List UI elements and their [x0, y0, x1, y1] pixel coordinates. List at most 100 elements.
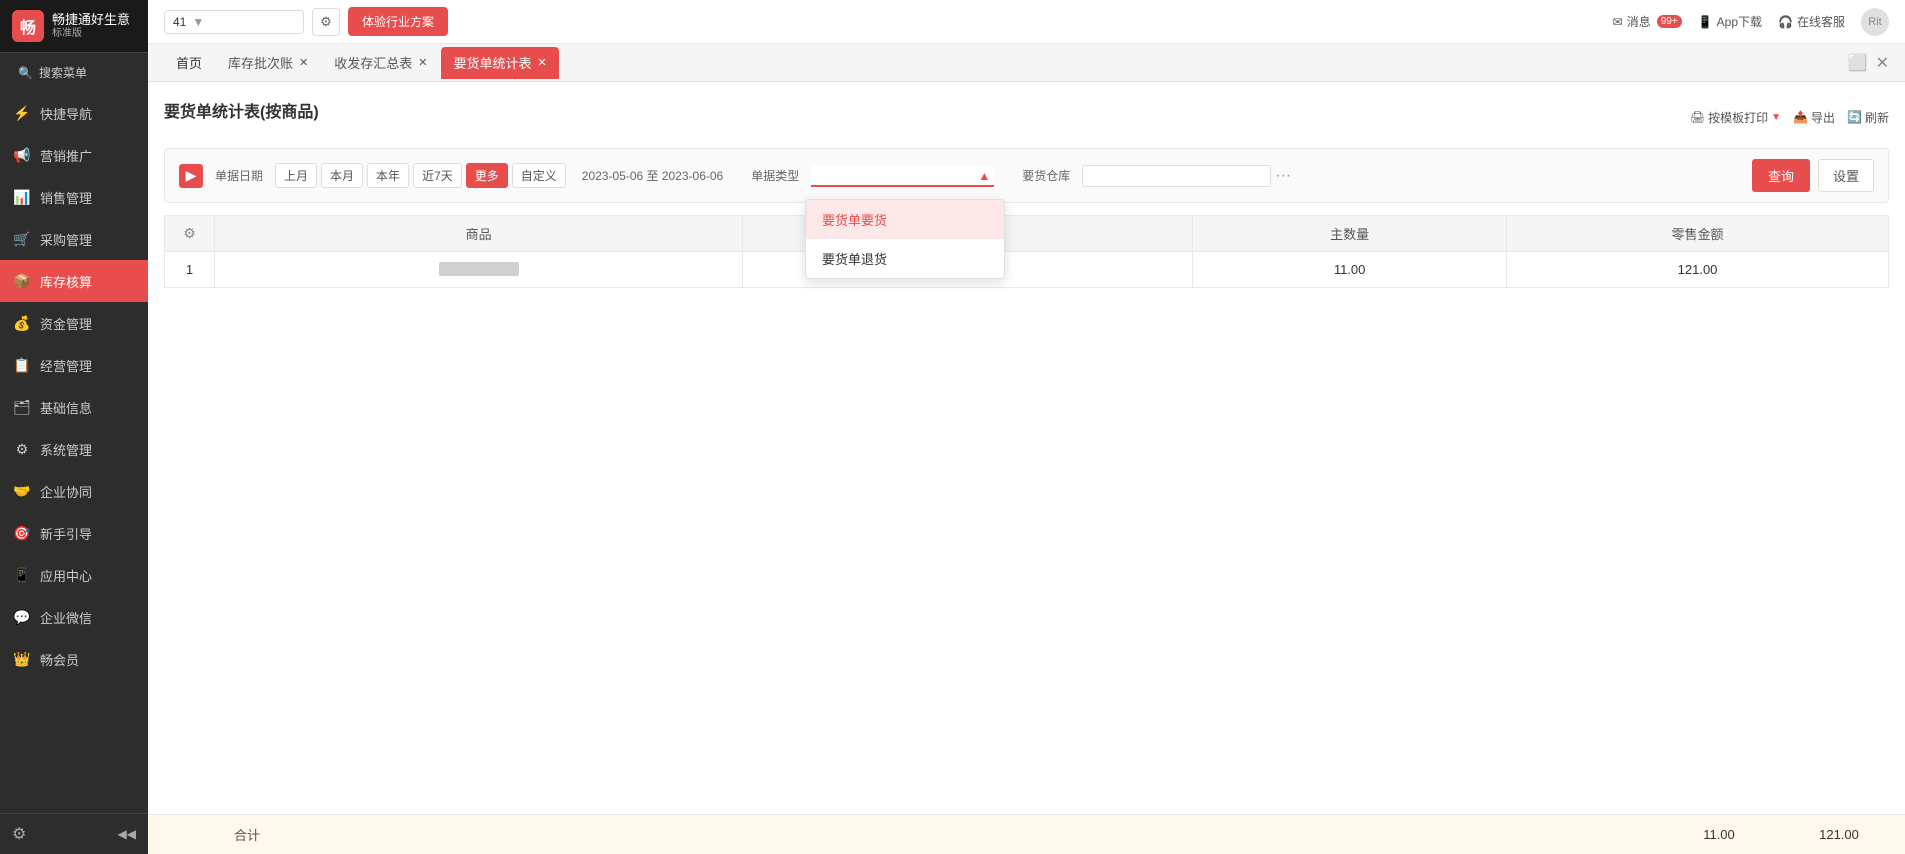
sidebar-item-operations[interactable]: 📋 经营管理 [0, 344, 148, 386]
cart-icon: 🛒 [12, 229, 32, 249]
sidebar-item-guide[interactable]: 🎯 新手引导 [0, 512, 148, 554]
message-icon: ✉ [1613, 15, 1623, 29]
warehouse-input[interactable] [1082, 165, 1271, 187]
table-row: 1 块 11.00 121.00 [165, 252, 1889, 288]
refresh-icon: 🔄 [1847, 110, 1862, 124]
date-btn-this-month[interactable]: 本月 [321, 163, 363, 188]
company-selector[interactable]: 41 ▼ [164, 10, 304, 34]
sidebar-item-sales[interactable]: 📊 销售管理 [0, 176, 148, 218]
tab-inventory-batch[interactable]: 库存批次账 ✕ [216, 47, 320, 79]
export-icon: 📤 [1793, 110, 1808, 124]
sidebar-item-corp-wechat[interactable]: 💬 企业微信 [0, 596, 148, 638]
sidebar-nav: ⚡ 快捷导航 📢 营销推广 📊 销售管理 🛒 采购管理 📦 库存核算 💰 资金管… [0, 92, 148, 813]
cell-amount: 121.00 [1507, 252, 1889, 288]
clipboard-icon: 📋 [12, 355, 32, 375]
sidebar-item-inventory[interactable]: 📦 库存核算 [0, 260, 148, 302]
footer-collapse-icon[interactable]: ◀◀ [118, 827, 136, 841]
messages-badge: 99+ [1657, 15, 1682, 28]
date-range-display: 2023-05-06 至 2023-06-06 [582, 167, 723, 184]
app-logo: 畅 [12, 10, 44, 42]
chart-icon: 📊 [12, 187, 32, 207]
page-title: 要货单统计表(按商品) [164, 98, 319, 122]
settings-icon: ⚙ [320, 14, 332, 30]
messages-btn[interactable]: ✉ 消息 99+ [1613, 13, 1682, 30]
sidebar-search[interactable]: 🔍 搜索菜单 [0, 53, 148, 92]
sidebar: 畅 畅捷通好生意 标准版 🔍 搜索菜单 ⚡ 快捷导航 📢 营销推广 📊 销售管理… [0, 0, 148, 854]
tab-close-order-stats[interactable]: ✕ [538, 56, 547, 69]
sidebar-item-base-info[interactable]: 🗂 基础信息 [0, 386, 148, 428]
tab-close-inventory-batch[interactable]: ✕ [299, 56, 308, 69]
col-settings-icon[interactable]: ⚙ [175, 225, 204, 242]
sidebar-item-collab[interactable]: 🤝 企业协同 [0, 470, 148, 512]
search-icon: 🔍 [18, 66, 33, 80]
app-download-btn[interactable]: 📱 App下载 [1698, 13, 1762, 30]
topbar-settings-btn[interactable]: ⚙ [312, 8, 340, 36]
query-btn[interactable]: 查询 [1752, 159, 1810, 192]
target-icon: 🎯 [12, 523, 32, 543]
sidebar-item-sys-mgmt[interactable]: ⚙ 系统管理 [0, 428, 148, 470]
sidebar-item-finance[interactable]: 💰 资金管理 [0, 302, 148, 344]
refresh-btn[interactable]: 🔄 刷新 [1847, 109, 1889, 126]
main-area: 41 ▼ ⚙ 体验行业方案 ✉ 消息 99+ 📱 App下载 🎧 在线客服 [148, 0, 1905, 854]
date-btn-this-year[interactable]: 本年 [367, 163, 409, 188]
filter-action-btns: 查询 设置 [1752, 159, 1874, 192]
tab-receivable-summary[interactable]: 收发存汇总表 ✕ [322, 47, 439, 79]
topbar-left: 41 ▼ ⚙ 体验行业方案 [164, 7, 448, 36]
dropdown-item-order-return[interactable]: 要货单退货 [806, 239, 1004, 278]
topbar-right: ✉ 消息 99+ 📱 App下载 🎧 在线客服 Rit [1613, 8, 1889, 36]
tab-close-receivable[interactable]: ✕ [418, 56, 427, 69]
cell-quantity: 11.00 [1193, 252, 1507, 288]
summary-quantity: 11.00 [1669, 827, 1769, 842]
filter-expand-btn[interactable]: ▶ [179, 164, 203, 188]
crown-icon: 👑 [12, 649, 32, 669]
type-label: 单据类型 [751, 167, 799, 184]
date-buttons: 上月 本月 本年 近7天 更多 自定义 [275, 163, 566, 188]
handshake-icon: 🤝 [12, 481, 32, 501]
tabs-close-btn[interactable]: ✕ [1876, 53, 1889, 73]
dropdown-item-order-goods[interactable]: 要货单要货 [806, 200, 1004, 239]
export-btn[interactable]: 📤 导出 [1793, 109, 1835, 126]
summary-row: 合计 11.00 121.00 [148, 814, 1905, 854]
box-icon: 📦 [12, 271, 32, 291]
sidebar-item-marketing[interactable]: 📢 营销推广 [0, 134, 148, 176]
col-amount: 零售金额 [1507, 216, 1889, 252]
gear-icon: ⚙ [12, 439, 32, 459]
tab-home[interactable]: 首页 [164, 47, 214, 79]
trial-btn[interactable]: 体验行业方案 [348, 7, 448, 36]
data-table: ⚙ 商品 主计量单位 主数量 零售金额 1 块 11.00 [164, 215, 1889, 288]
col-product: 商品 [215, 216, 743, 252]
tabs-restore-btn[interactable]: ⬜ [1848, 53, 1868, 73]
date-btn-more[interactable]: 更多 [466, 163, 508, 188]
mobile-icon: 📱 [12, 565, 32, 585]
tabs-controls: ⬜ ✕ [1848, 53, 1889, 73]
tab-order-stats[interactable]: 要货单统计表 ✕ [441, 47, 558, 79]
sidebar-item-quick-nav[interactable]: ⚡ 快捷导航 [0, 92, 148, 134]
summary-label: 合计 [234, 825, 260, 844]
date-btn-7days[interactable]: 近7天 [413, 163, 462, 188]
filter-bar: ▶ 单据日期 上月 本月 本年 近7天 更多 自定义 2023-05-06 至 … [164, 148, 1889, 203]
user-avatar[interactable]: Rit [1861, 8, 1889, 36]
sidebar-item-purchase[interactable]: 🛒 采购管理 [0, 218, 148, 260]
sidebar-item-app-center[interactable]: 📱 应用中心 [0, 554, 148, 596]
page-content: 要货单统计表(按商品) 🖨 按模板打印 ▼ 📤 导出 🔄 刷新 ▶ [148, 82, 1905, 854]
type-select-wrap: ▲ [811, 165, 994, 187]
date-label: 单据日期 [215, 167, 263, 184]
date-btn-last-month[interactable]: 上月 [275, 163, 317, 188]
tabs-bar: 首页 库存批次账 ✕ 收发存汇总表 ✕ 要货单统计表 ✕ ⬜ ✕ [148, 44, 1905, 82]
online-service-btn[interactable]: 🎧 在线客服 [1778, 13, 1845, 30]
cell-index: 1 [165, 252, 215, 288]
megaphone-icon: 📢 [12, 145, 32, 165]
sidebar-item-vip[interactable]: 👑 畅会员 [0, 638, 148, 680]
app-title: 畅捷通好生意 标准版 [52, 12, 130, 40]
money-icon: 💰 [12, 313, 32, 333]
type-select-input[interactable] [811, 165, 994, 187]
company-dropdown-arrow: ▼ [192, 15, 204, 29]
warehouse-more-btn[interactable]: ··· [1275, 167, 1291, 185]
date-btn-custom[interactable]: 自定义 [512, 163, 566, 188]
print-btn[interactable]: 🖨 按模板打印 ▼ [1690, 109, 1781, 126]
filter-settings-btn[interactable]: 设置 [1818, 159, 1874, 192]
cell-product [215, 252, 743, 288]
footer-settings-icon[interactable]: ⚙ [12, 824, 26, 844]
print-dropdown-arrow: ▼ [1771, 112, 1781, 123]
warehouse-label: 要货仓库 [1022, 167, 1070, 184]
